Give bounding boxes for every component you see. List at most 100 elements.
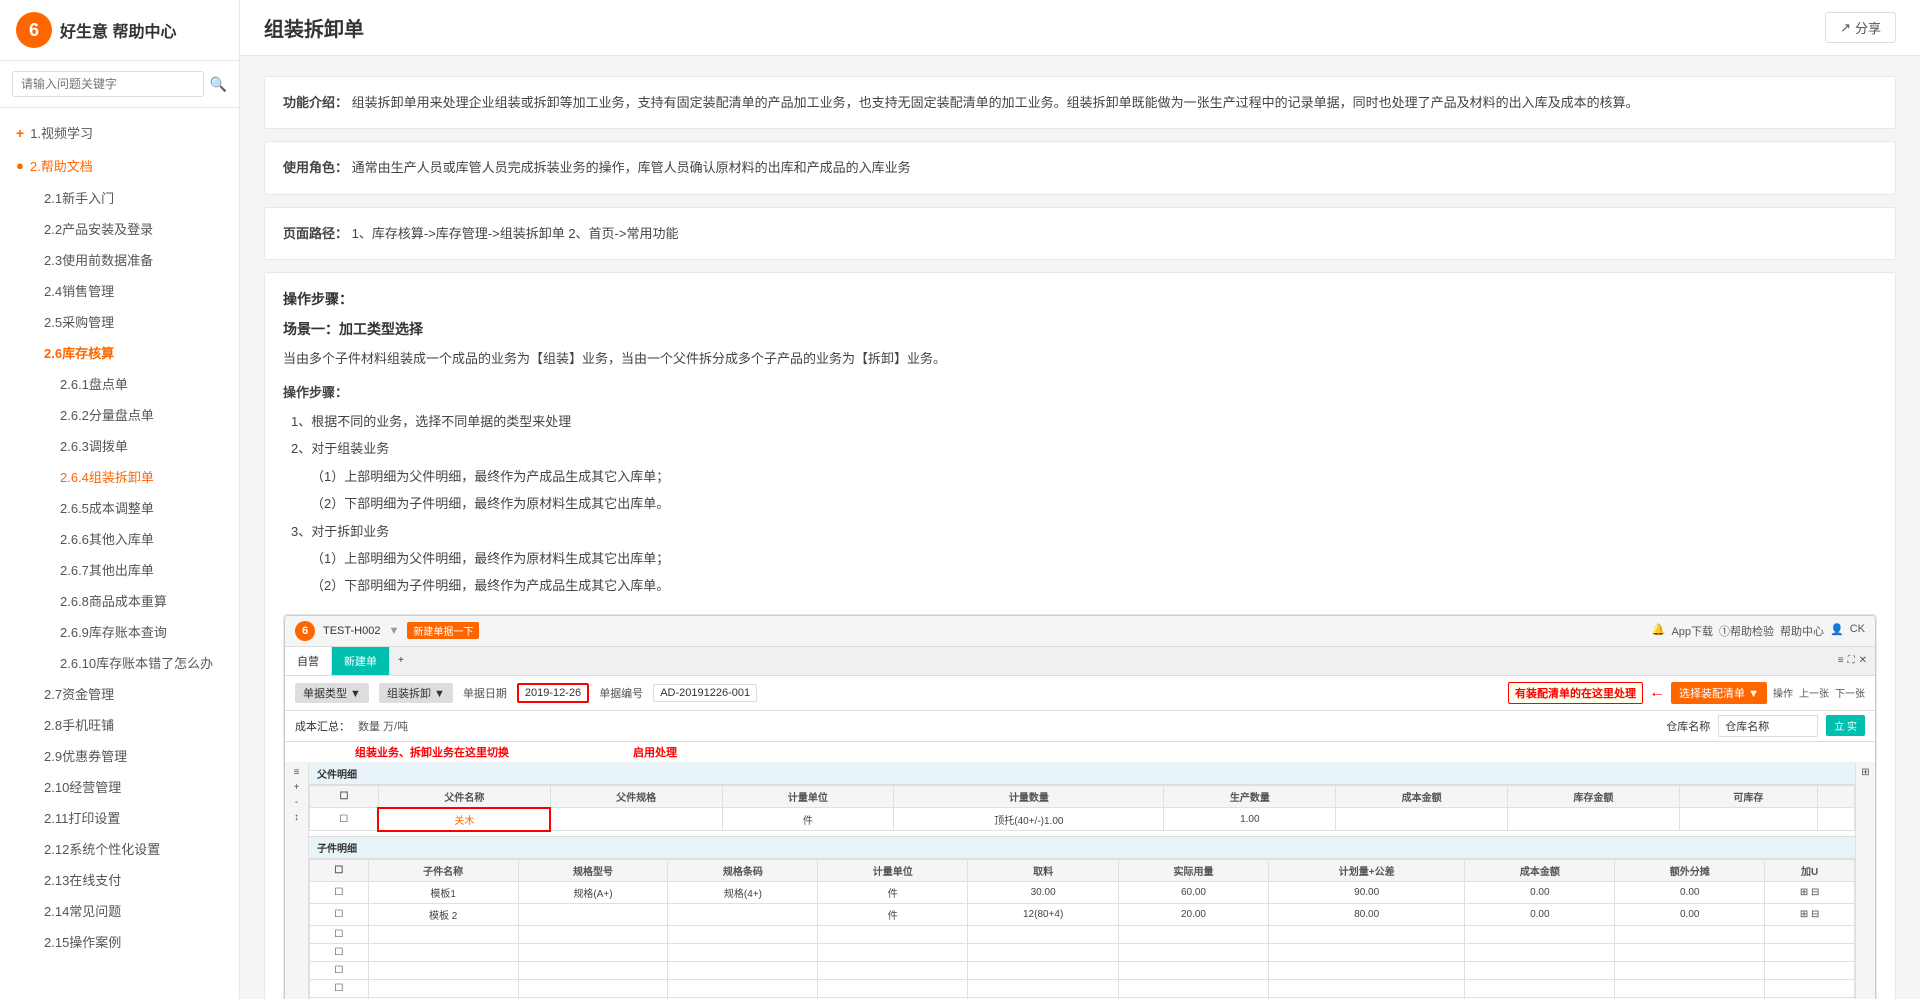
logo-text: 好生意 帮助中心 [60,18,176,42]
b-col-cost: 成本金额 [1465,859,1615,881]
steps-list: 1、根据不同的业务，选择不同单据的类型来处理 2、对于组装业务 （1）上部明细为… [291,410,1877,598]
icon-4[interactable]: ↕ [294,812,299,823]
sidebar-item-install[interactable]: 2.2产品安装及登录 [28,213,239,244]
tab-new[interactable]: 新建单 [332,647,390,675]
scenario-desc: 当由多个子件材料组装成一个成品的业务为【组装】业务，当由一个父件拆分成多个子产品… [283,347,1877,370]
share-button[interactable]: ↗ 分享 [1825,12,1896,43]
step-3-sub-1: （1）上部明细为父件明细，最终作为原材料生成其它出库单； [311,547,1877,570]
sidebar-item-other-in[interactable]: 2.6.6其他入库单 [44,523,239,554]
close-window-btn[interactable]: ✕ [1859,655,1867,666]
step-3: 3、对于拆卸业务 [291,520,1877,543]
icon-2[interactable]: + [294,782,300,793]
form-action-2[interactable]: 上一张 [1799,685,1829,700]
logo-area: 6 好生意 帮助中心 [0,0,239,61]
sidebar-item-stock-ledger-fix[interactable]: 2.6.10库存账本错了怎么办 [44,647,239,678]
share-icon: ↗ [1840,20,1851,36]
main-content: 组装拆卸单 ↗ 分享 功能介绍： 组装拆卸单用来处理企业组装或拆卸等加工业务，支… [240,0,1920,999]
type-field[interactable]: 组装拆卸 ▼ [379,683,453,703]
annotation-arrow-1: ← [1649,684,1665,702]
form-action-3[interactable]: 下一张 [1835,685,1865,700]
search-button[interactable]: 🔍 [210,76,227,93]
sidebar-item-finance[interactable]: 2.7资金管理 [28,678,239,709]
sidebar-item-newbie[interactable]: 2.1新手入门 [28,182,239,213]
sidebar-item-print[interactable]: 2.11打印设置 [28,802,239,833]
content-body: 功能介绍： 组装拆卸单用来处理企业组装或拆卸等加工业务，支持有固定装配清单的产品… [240,56,1920,999]
cell-check[interactable]: ☐ [310,808,379,831]
step-2: 2、对于组装业务 [291,437,1877,460]
tab-home[interactable]: 自营 [285,647,332,675]
sidebar-item-data-prep[interactable]: 2.3使用前数据准备 [28,244,239,275]
sidebar-item-cases[interactable]: 2.15操作案例 [28,926,239,957]
sidebar-item-cost-recalc[interactable]: 2.6.8商品成本重算 [44,585,239,616]
sidebar-item-coupon[interactable]: 2.9优惠券管理 [28,740,239,771]
cell-prod-qty: 1.00 [1164,808,1336,831]
sidebar-item-mobile[interactable]: 2.8手机旺铺 [28,709,239,740]
confirm-btn[interactable]: 立 实 [1826,715,1865,736]
step-2-sub-1: （1）上部明细为父件明细，最终作为产成品生成其它入库单； [311,465,1877,488]
plus-icon: + [16,125,24,141]
sidebar-item-video[interactable]: + 1.视频学习 [0,116,239,149]
sidebar-item-other-out[interactable]: 2.6.7其他出库单 [44,554,239,585]
top-table-header: 父件明细 [309,763,1855,785]
right-icon-1[interactable]: ⊞ [1861,767,1869,778]
sidebar-item-sales[interactable]: 2.4销售管理 [28,275,239,306]
tabs-row: 自营 新建单 + ≡ ⛶ ✕ [285,647,1875,676]
cell-unit: 件 [722,808,894,831]
app-window: 6 TEST-H002 ▼ 新建单据一下 🔔 App下载 ①帮助检验 帮助中心 … [284,615,1876,999]
sidebar-toggle[interactable]: ≡ [1838,655,1844,666]
new-doc-btn[interactable]: 新建单据一下 [407,622,479,639]
sidebar-item-customize[interactable]: 2.12系统个性化设置 [28,833,239,864]
sidebar-item-purchase[interactable]: 2.5采购管理 [28,306,239,337]
screenshot-container: 6 TEST-H002 ▼ 新建单据一下 🔔 App下载 ①帮助检验 帮助中心 … [283,614,1877,999]
fullscreen-btn[interactable]: ⛶ [1848,655,1855,666]
col-check: ☐ [310,785,379,808]
cell-name[interactable]: 关木 [378,808,550,831]
count-label: 成本汇总： [295,718,350,734]
warehouse-field[interactable]: 仓库名称 [1718,715,1818,737]
path-text: 1、库存核算->库存管理->组装拆卸单 2、首页->常用功能 [352,226,679,241]
sidebar-item-docs[interactable]: ● 2.帮助文档 [0,149,239,182]
sidebar-item-cost-adjust[interactable]: 2.6.5成本调整单 [44,492,239,523]
app-nav-icons: 🔔 App下载 ①帮助检验 帮助中心 👤 CK [1652,623,1865,639]
count-value: 数量 万/吨 [358,718,408,734]
icon-3[interactable]: - [295,797,298,808]
step-2-sub-2: （2）下部明细为子件明细，最终作为原材料生成其它出库单。 [311,492,1877,515]
num-field[interactable]: AD-20191226-001 [653,684,757,702]
search-input[interactable] [12,71,204,97]
steps-title: 操作步骤： [283,289,1877,309]
date-field[interactable]: 2019-12-26 [517,683,589,703]
col-qty: 计量数量 [894,785,1164,808]
b-col-check: ☐ [310,859,369,881]
annotation-1: 有装配清单的在这里处理 [1508,682,1643,704]
sidebar-item-operations[interactable]: 2.10经营管理 [28,771,239,802]
sidebar-item-transfer[interactable]: 2.6.3调拨单 [44,430,239,461]
sidebar-item-inventory[interactable]: 2.6库存核算 [28,337,239,368]
b-col-barcode: 规格条码 [668,859,818,881]
top-bar: 组装拆卸单 ↗ 分享 [240,0,1920,56]
help-center-icon: 帮助中心 [1780,623,1824,639]
b-col-name: 子件名称 [368,859,518,881]
step-1: 1、根据不同的业务，选择不同单据的类型来处理 [291,410,1877,433]
app-store-icon: App下载 [1671,623,1713,639]
icon-1[interactable]: ≡ [294,767,300,778]
select-bom-btn[interactable]: 选择装配清单 ▼ [1671,682,1767,704]
sidebar-item-stock-ledger[interactable]: 2.6.9库存账本查询 [44,616,239,647]
search-area: 🔍 [0,61,239,108]
sidebar-item-partial-stocktake[interactable]: 2.6.2分量盘点单 [44,399,239,430]
role-text: 通常由生产人员或库管人员完成拆装业务的操作，库管人员确认原材料的出库和产成品的入… [352,160,911,175]
sidebar-item-stocktake[interactable]: 2.6.1盘点单 [44,368,239,399]
bell-icon: 🔔 [1652,623,1666,639]
b-row-5: ☐ [310,961,1855,979]
form-actions: 有装配清单的在这里处理 ← 选择装配清单 ▼ 操作 上一张 下一张 [767,682,1865,704]
sidebar-item-faq[interactable]: 2.14常见问题 [28,895,239,926]
bottom-table-header: 子件明细 [309,836,1855,859]
col-cost-amt: 成本金额 [1336,785,1508,808]
sub-form-row: 成本汇总： 数量 万/吨 仓库名称 仓库名称 立 实 [285,711,1875,742]
ops-heading: 操作步骤： [283,381,1877,404]
form-action-1[interactable]: 操作 [1773,685,1793,700]
sidebar-item-assembly[interactable]: 2.6.4组装拆卸单 [44,461,239,492]
tab-add[interactable]: + [390,651,412,670]
language-icon: CK [1850,623,1865,639]
sidebar-item-payment[interactable]: 2.13在线支付 [28,864,239,895]
b-col-plan: 计划量+公差 [1268,859,1464,881]
